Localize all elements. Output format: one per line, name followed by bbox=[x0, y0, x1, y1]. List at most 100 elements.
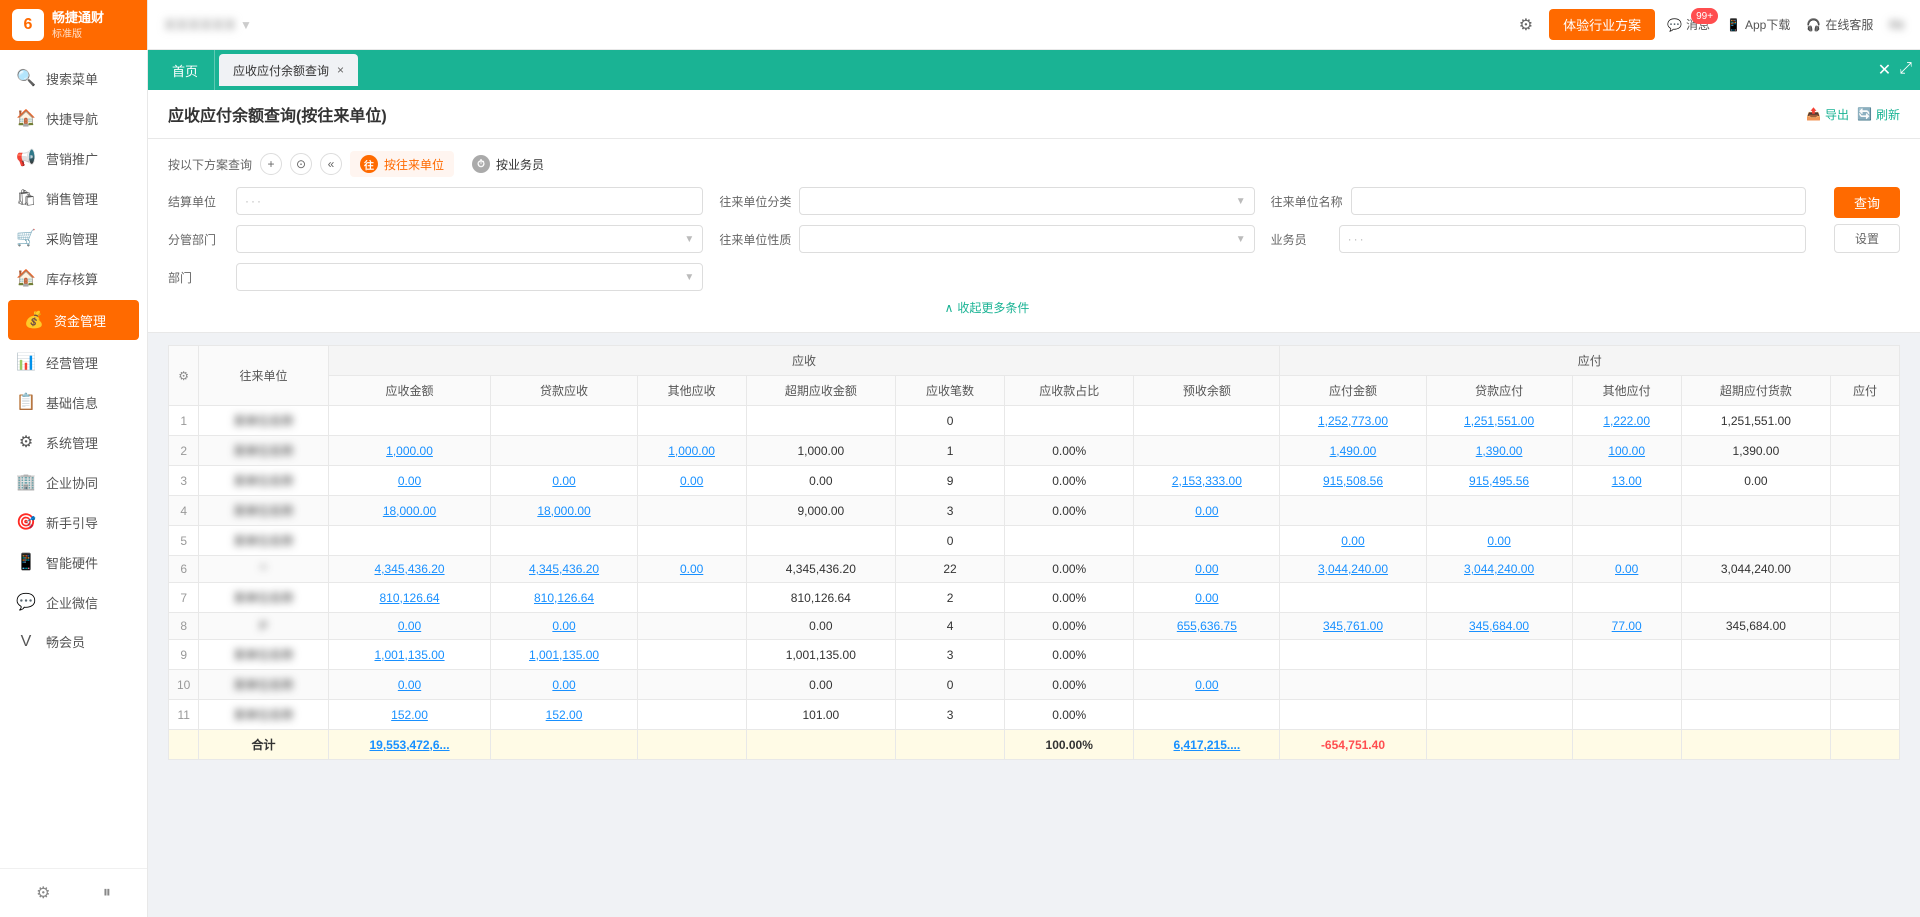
sidebar-label-system: 系统管理 bbox=[46, 433, 98, 452]
sidebar-item-quicknav[interactable]: 🏠快捷导航 bbox=[0, 98, 147, 138]
settlement-input[interactable]: ··· bbox=[236, 187, 703, 215]
filter-type-partner[interactable]: 往 按往来单位 bbox=[350, 151, 454, 177]
sidebar-item-corp[interactable]: 🏢企业协同 bbox=[0, 462, 147, 502]
collapse-more-btn[interactable]: ∧ 收起更多条件 bbox=[168, 295, 1806, 320]
header-actions: 💬 消息 99+ 📱 App下载 🎧 在线客服 Rit bbox=[1667, 16, 1904, 33]
salesperson-input[interactable]: ··· bbox=[1339, 225, 1806, 253]
promo-button[interactable]: 体验行业方案 bbox=[1549, 9, 1655, 40]
filter-grid: 结算单位 ··· 往来单位分类 ▼ bbox=[168, 187, 1806, 291]
table-row: 8P0.000.000.0040.00%655,636.75345,761.00… bbox=[169, 613, 1900, 640]
footer-ap-trail bbox=[1831, 730, 1900, 760]
query-button[interactable]: 查询 bbox=[1834, 187, 1900, 218]
filter-area: 按以下方案查询 + ⊙ « 往 按往来单位 ⏱ 按业务员 bbox=[148, 139, 1920, 333]
page-content: 应收应付余额查询(按往来单位) 📤 导出 🔄 刷新 按以下方案查询 + ⊙ « bbox=[148, 90, 1920, 917]
filter-field-category: 往来单位分类 ▼ bbox=[719, 187, 1254, 215]
tab-current[interactable]: 应收应付余额查询 × bbox=[219, 54, 358, 86]
sidebar-item-guide[interactable]: 🎯新手引导 bbox=[0, 502, 147, 542]
table-row: 5某单位名称00.000.00 bbox=[169, 526, 1900, 556]
col-ar-ratio: 应收款占比 bbox=[1005, 376, 1134, 406]
footer-ap-amount: -654,751.40 bbox=[1280, 730, 1426, 760]
export-icon: 📤 bbox=[1806, 107, 1821, 121]
sidebar-item-operation[interactable]: 📊经营管理 bbox=[0, 342, 147, 382]
service-icon: 🎧 bbox=[1806, 18, 1821, 32]
sidebar-item-marketing[interactable]: 📢营销推广 bbox=[0, 138, 147, 178]
message-badge: 99+ bbox=[1691, 8, 1718, 24]
filter-field-salesperson: 业务员 ··· bbox=[1271, 225, 1806, 253]
col-ap-overdue: 超期应付货款 bbox=[1681, 376, 1830, 406]
division-input[interactable]: ▼ bbox=[236, 263, 703, 291]
filter-collapse-btn[interactable]: « bbox=[320, 153, 342, 175]
sidebar-item-inventory[interactable]: 🏠库存核算 bbox=[0, 258, 147, 298]
sidebar-icon-purchase: 🛒 bbox=[16, 228, 36, 248]
nature-input[interactable]: ▼ bbox=[799, 225, 1254, 253]
service-action[interactable]: 🎧 在线客服 bbox=[1806, 16, 1873, 33]
sidebar-item-member[interactable]: V畅会员 bbox=[0, 622, 147, 661]
filter-label-bar: 按以下方案查询 + ⊙ « 往 按往来单位 ⏱ 按业务员 bbox=[168, 151, 1900, 177]
sidebar-item-wechat[interactable]: 💬企业微信 bbox=[0, 582, 147, 622]
app-download-action[interactable]: 📱 App下载 bbox=[1726, 16, 1790, 33]
filter-type-staff[interactable]: ⏱ 按业务员 bbox=[462, 151, 554, 177]
refresh-button[interactable]: 🔄 刷新 bbox=[1857, 106, 1900, 123]
partner-name-input[interactable] bbox=[1351, 187, 1806, 215]
sidebar-item-search[interactable]: 🔍 搜索菜单 bbox=[0, 58, 147, 98]
sidebar-label-quicknav: 快捷导航 bbox=[46, 109, 98, 128]
sidebar-icon-system: ⚙ bbox=[16, 432, 36, 452]
filter-settings-btn[interactable]: ⊙ bbox=[290, 153, 312, 175]
user-info[interactable]: Rit bbox=[1889, 18, 1904, 32]
sidebar-icon-search: 🔍 bbox=[16, 68, 36, 88]
sidebar-item-finance[interactable]: 💰资金管理 bbox=[8, 300, 139, 340]
footer-label: 合计 bbox=[199, 730, 328, 760]
sidebar-item-system[interactable]: ⚙ 系统管理 bbox=[0, 422, 147, 462]
breadcrumb: 某某某某某某 ▼ bbox=[164, 16, 1503, 33]
sidebar-label-marketing: 营销推广 bbox=[46, 149, 98, 168]
table-area: ⚙ 往来单位 应收 应付 应收金额 贷款应收 其他应收 超期应收金额 应收笔数 … bbox=[148, 333, 1920, 917]
export-button[interactable]: 📤 导出 bbox=[1806, 106, 1849, 123]
col-ar-other: 其他应收 bbox=[637, 376, 746, 406]
tab-home[interactable]: 首页 bbox=[156, 50, 215, 90]
tab-close-window-icon[interactable]: ✕ bbox=[1878, 60, 1891, 80]
table-row: 4某单位名称18,000.0018,000.009,000.0030.00%0.… bbox=[169, 496, 1900, 526]
sidebar-item-sales[interactable]: 🛍销售管理 bbox=[0, 178, 147, 218]
filter-field-nature: 往来单位性质 ▼ bbox=[719, 225, 1254, 253]
sidebar-item-hardware[interactable]: 📱智能硬件 bbox=[0, 542, 147, 582]
sidebar-icon-sales: 🛍 bbox=[16, 188, 36, 208]
sidebar-icon-basic: 📋 bbox=[16, 392, 36, 412]
logo-icon: 6 bbox=[12, 9, 44, 41]
sidebar-label-hardware: 智能硬件 bbox=[46, 553, 98, 572]
filter-add-btn[interactable]: + bbox=[260, 153, 282, 175]
col-ar-loan: 贷款应收 bbox=[491, 376, 637, 406]
sidebar-item-basic[interactable]: 📋基础信息 bbox=[0, 382, 147, 422]
breadcrumb-chevron: ▼ bbox=[240, 18, 252, 32]
table-settings-icon[interactable]: ⚙ bbox=[178, 369, 189, 383]
sidebar-label-search: 搜索菜单 bbox=[46, 69, 98, 88]
category-input[interactable]: ▼ bbox=[799, 187, 1254, 215]
data-table: ⚙ 往来单位 应收 应付 应收金额 贷款应收 其他应收 超期应收金额 应收笔数 … bbox=[168, 345, 1900, 760]
sidebar-icon-corp: 🏢 bbox=[16, 472, 36, 492]
settings-icon[interactable]: ⚙ bbox=[32, 879, 54, 907]
footer-ar-amount[interactable]: 19,553,472,6... bbox=[328, 730, 491, 760]
sidebar-label-purchase: 采购管理 bbox=[46, 229, 98, 248]
sidebar-item-purchase[interactable]: 🛒 采购管理 bbox=[0, 218, 147, 258]
tab-close-icon[interactable]: × bbox=[337, 63, 344, 77]
refresh-icon: 🔄 bbox=[1857, 107, 1872, 121]
sidebar: 6 畅捷通财 标准版 🔍搜索菜单🏠快捷导航📢营销推广🛍销售管理🛒采购管理🏠库存核… bbox=[0, 0, 148, 917]
page-title: 应收应付余额查询(按往来单位) bbox=[168, 102, 387, 126]
sidebar-menu: 🔍 搜索菜单 🏠快捷导航📢营销推广🛍销售管理 🛒 采购管理 🏠库存核算💰资金管理📊经营管理… bbox=[0, 50, 147, 868]
dept-input[interactable]: ▼ bbox=[236, 225, 703, 253]
app-icon: 📱 bbox=[1726, 18, 1741, 32]
footer-ar-prepay[interactable]: 6,417,215.... bbox=[1134, 730, 1280, 760]
sidebar-label-finance: 资金管理 bbox=[54, 311, 106, 330]
table-row: 9某单位名称1,001,135.001,001,135.001,001,135.… bbox=[169, 640, 1900, 670]
filter-field-dept: 分管部门 ▼ bbox=[168, 225, 703, 253]
tab-maximize-icon[interactable]: ⤢ bbox=[1899, 60, 1912, 80]
filter-settings-button[interactable]: 设置 bbox=[1834, 224, 1900, 253]
collapse-sidebar-icon[interactable]: ⏸ bbox=[99, 880, 115, 906]
page-header-actions: 📤 导出 🔄 刷新 bbox=[1806, 106, 1900, 123]
footer-ar-count bbox=[896, 730, 1005, 760]
message-action[interactable]: 💬 消息 99+ bbox=[1667, 16, 1710, 33]
sidebar-label-inventory: 库存核算 bbox=[46, 269, 98, 288]
header-gear-icon[interactable]: ⚙ bbox=[1515, 11, 1537, 39]
message-icon: 💬 bbox=[1667, 18, 1682, 32]
sidebar-icon-wechat: 💬 bbox=[16, 592, 36, 612]
col-ap-trail: 应付 bbox=[1831, 376, 1900, 406]
